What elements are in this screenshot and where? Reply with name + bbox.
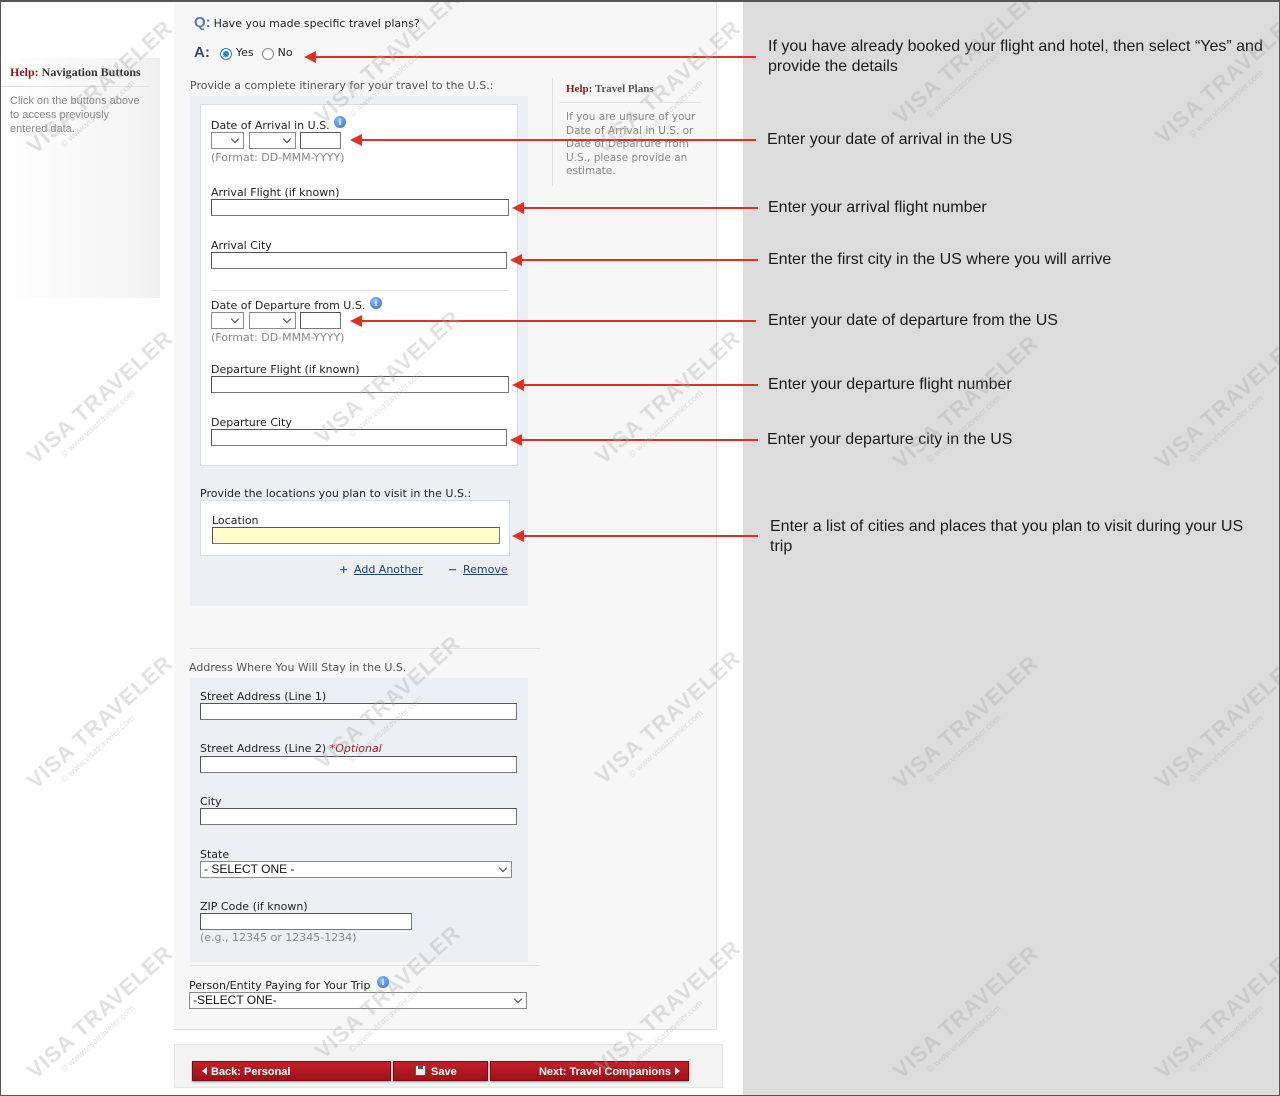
locations-intro: Provide the locations you plan to visit … <box>200 487 472 500</box>
arrival-date-format: (Format: DD-MMM-YYYY) <box>211 151 345 164</box>
zip-input[interactable] <box>200 913 412 930</box>
annotation-arrow <box>350 315 756 327</box>
divider <box>0 86 150 87</box>
navigation-help-title: Help: Navigation Buttons <box>10 65 141 79</box>
street1-label: Street Address (Line 1) <box>200 690 327 703</box>
departure-year-input[interactable] <box>300 312 341 329</box>
annotation-arrival-flight: Enter your arrival flight number <box>768 199 987 216</box>
radio-no[interactable]: No <box>261 46 293 60</box>
location-input[interactable] <box>212 527 500 544</box>
travel-plans-help-text: If you are unsure of your Date of Arriva… <box>566 111 696 178</box>
chevron-down-icon <box>230 134 240 144</box>
departure-city-input[interactable] <box>211 429 507 446</box>
arrival-date-label: Date of Arrival in U.S. <box>211 119 330 132</box>
divider <box>211 290 509 291</box>
street2-input[interactable] <box>200 756 517 773</box>
plus-icon[interactable]: + <box>339 563 348 576</box>
departure-date-format: (Format: DD-MMM-YYYY) <box>211 331 345 344</box>
arrival-city-label: Arrival City <box>211 239 272 252</box>
watermark: VISA TRAVELER © www.visatraveler.com <box>22 325 178 469</box>
state-label: State <box>200 848 230 861</box>
info-icon[interactable]: i <box>370 297 382 309</box>
annotation-departure-date: Enter your date of departure from the US <box>768 312 1058 329</box>
info-icon[interactable]: i <box>334 116 346 128</box>
travel-plans-help-panel: Help: Travel Plans If you are unsure of … <box>552 78 702 186</box>
optional-marker: *Optional <box>329 742 382 755</box>
state-select[interactable]: - SELECT ONE - <box>200 861 512 878</box>
caret-right-icon <box>675 1067 680 1075</box>
annotation-arrow <box>510 254 758 266</box>
annotation-arrow <box>510 434 758 446</box>
chevron-down-icon <box>282 314 292 324</box>
city-label: City <box>200 795 222 808</box>
departure-month-select[interactable] <box>249 312 296 329</box>
divider <box>559 102 701 103</box>
payer-select[interactable]: -SELECT ONE- <box>189 992 527 1009</box>
city-input[interactable] <box>200 808 517 825</box>
zip-label: ZIP Code (if known) <box>200 900 308 913</box>
departure-day-select[interactable] <box>211 312 244 329</box>
remove-link[interactable]: Remove <box>463 563 508 576</box>
location-label: Location <box>212 514 259 527</box>
annotation-arrival-city: Enter the first city in the US where you… <box>768 251 1112 268</box>
watermark: VISA TRAVELER © www.visatraveler.com <box>22 650 178 794</box>
annotation-arrow <box>512 379 758 391</box>
zip-example: (e.g., 12345 or 12345-1234) <box>200 931 357 944</box>
chevron-down-icon <box>282 134 292 144</box>
departure-flight-label: Departure Flight (if known) <box>211 363 360 376</box>
answer-travel-plans: A: Yes No <box>194 44 293 61</box>
info-icon[interactable]: i <box>377 976 389 988</box>
navigation-help-text: Click on the buttons above to access pre… <box>10 95 140 135</box>
radio-yes-control[interactable] <box>219 47 232 60</box>
chevron-down-icon <box>230 314 240 324</box>
annotation-travel-plans: If you have already booked your flight a… <box>768 38 1263 75</box>
annotation-arrow <box>512 530 758 542</box>
annotation-departure-city: Enter your departure city in the US <box>767 431 1013 448</box>
street1-input[interactable] <box>200 703 517 720</box>
arrival-month-select[interactable] <box>249 132 296 149</box>
annotation-locations: Enter a list of cities and places that y… <box>770 518 1244 555</box>
minus-icon[interactable]: − <box>448 563 457 576</box>
navigation-help-panel: Help: Navigation Buttons Click on the bu… <box>0 58 160 298</box>
address-heading: Address Where You Will Stay in the U.S. <box>189 661 407 674</box>
annotation-arrow <box>512 202 758 214</box>
divider <box>190 965 540 966</box>
annotation-arrow <box>304 51 756 63</box>
radio-yes[interactable]: Yes <box>219 46 254 60</box>
chevron-down-icon <box>498 863 508 873</box>
arrival-year-input[interactable] <box>300 132 341 149</box>
annotation-departure-flight: Enter your departure flight number <box>768 376 1012 393</box>
add-another-link[interactable]: Add Another <box>354 563 423 576</box>
departure-city-label: Departure City <box>211 416 292 429</box>
caret-left-icon <box>202 1067 207 1075</box>
divider <box>190 648 540 649</box>
next-button[interactable]: Next: Travel Companions <box>490 1061 689 1081</box>
itinerary-intro: Provide a complete itinerary for your tr… <box>190 79 494 92</box>
question-travel-plans: Q: Have you made specific travel plans? <box>194 14 420 31</box>
arrival-day-select[interactable] <box>211 132 244 149</box>
radio-no-control[interactable] <box>261 47 274 60</box>
floppy-disk-icon <box>415 1065 426 1076</box>
back-button[interactable]: Back: Personal <box>192 1061 391 1081</box>
arrival-flight-label: Arrival Flight (if known) <box>211 186 340 199</box>
annotation-arrival-date: Enter your date of arrival in the US <box>767 131 1013 148</box>
arrival-flight-input[interactable] <box>211 199 509 216</box>
departure-date-label: Date of Departure from U.S. <box>211 299 366 312</box>
arrival-city-input[interactable] <box>211 252 507 269</box>
annotation-arrow <box>350 134 756 146</box>
payer-label: Person/Entity Paying for Your Trip <box>189 979 371 992</box>
travel-plans-help-title: Help: Travel Plans <box>566 83 654 95</box>
departure-flight-input[interactable] <box>211 376 509 393</box>
chevron-down-icon <box>513 994 523 1004</box>
save-button[interactable]: Save <box>393 1061 488 1081</box>
watermark: VISA TRAVELER © www.visatraveler.com <box>22 940 178 1084</box>
street2-label: Street Address (Line 2) *Optional <box>200 742 382 755</box>
